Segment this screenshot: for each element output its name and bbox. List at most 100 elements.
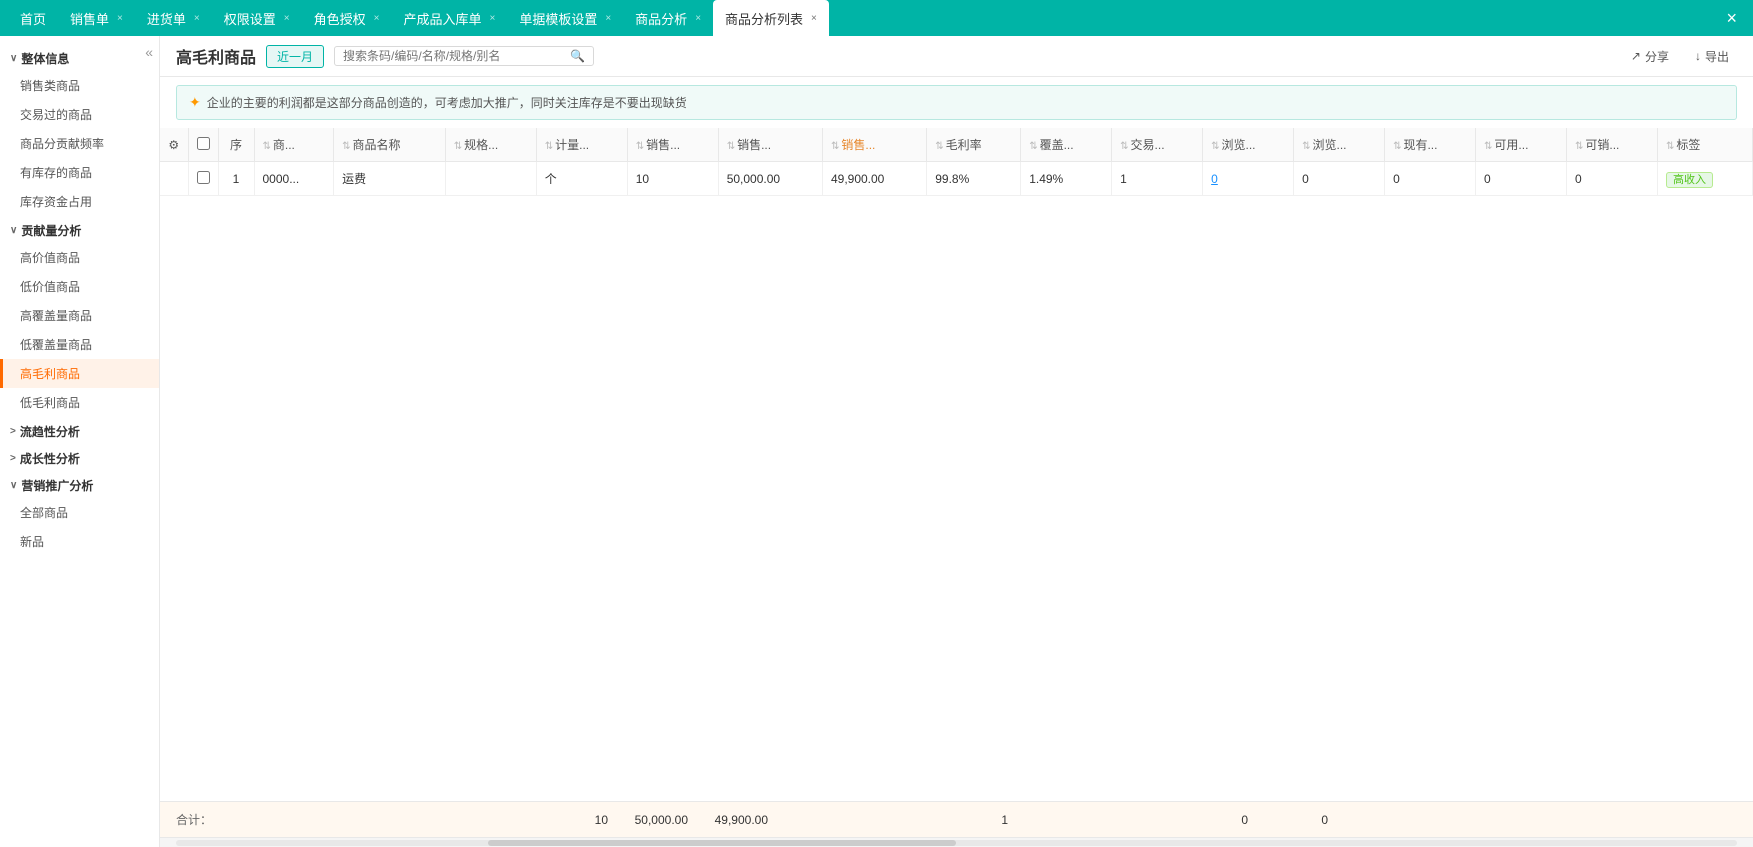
top-nav: 首页 销售单 × 进货单 × 权限设置 × 角色授权 × 产成品入库单 × 单据… <box>0 0 1753 36</box>
close-product-analysis-list-icon[interactable]: × <box>811 13 817 24</box>
page-title: 高毛利商品 <box>176 44 256 68</box>
col-check-header[interactable] <box>188 128 218 162</box>
footer-sales-qty: 10 <box>536 813 616 827</box>
sidebar-group-marketing[interactable]: ∨ 营销推广分析 <box>0 471 159 498</box>
col-spec-header[interactable]: ⇅规格... <box>445 128 536 162</box>
table-footer: 合计： 10 50,000.00 49,900.00 1 0 0 <box>160 801 1753 837</box>
row-sales-qty-cell: 10 <box>627 162 718 196</box>
col-available-stock-header[interactable]: ⇅可用... <box>1476 128 1567 162</box>
footer-sales-profit: 49,900.00 <box>696 813 776 827</box>
sidebar-item-high-margin[interactable]: 高毛利商品 <box>0 359 159 388</box>
sidebar-item-high-coverage[interactable]: 高覆盖量商品 <box>0 301 159 330</box>
share-icon: ↗ <box>1631 49 1641 63</box>
nav-purchase-order[interactable]: 进货单 × <box>135 0 212 36</box>
view1-link[interactable]: 0 <box>1211 172 1218 186</box>
chevron-down-icon-3: ∨ <box>10 480 17 491</box>
select-all-checkbox[interactable] <box>197 137 210 150</box>
sidebar-item-contribution-rate[interactable]: 商品分贡献频率 <box>0 129 159 158</box>
scrollbar-thumb[interactable] <box>488 840 956 846</box>
col-sales-qty-header[interactable]: ⇅销售... <box>627 128 718 162</box>
chevron-down-icon: ∨ <box>10 53 17 64</box>
table-row: 1 0000... 运费 个 10 50,000.00 49,900.00 99… <box>160 162 1753 196</box>
col-unit-header[interactable]: ⇅计量... <box>536 128 627 162</box>
nav-permission-setting[interactable]: 权限设置 × <box>212 0 302 36</box>
row-view2-cell: 0 <box>1294 162 1385 196</box>
sidebar-item-stock-capital[interactable]: 库存资金占用 <box>0 187 159 216</box>
col-gross-margin-header[interactable]: ⇅毛利率 <box>927 128 1021 162</box>
content-area: 高毛利商品 近一月 🔍 ↗ 分享 ↓ 导出 ✦ 企业的主要的利润都是这部分商品创… <box>160 36 1753 847</box>
col-sales-profit-header[interactable]: ⇅销售... <box>822 128 926 162</box>
search-icon[interactable]: 🔍 <box>570 49 585 63</box>
col-view2-header[interactable]: ⇅浏览... <box>1294 128 1385 162</box>
bottom-scrollbar[interactable] <box>160 837 1753 847</box>
info-banner: ✦ 企业的主要的利润都是这部分商品创造的，可考虑加大推广，同时关注库存是不要出现… <box>176 85 1737 120</box>
info-icon: ✦ <box>189 94 201 111</box>
sidebar-item-stocked-goods[interactable]: 有库存的商品 <box>0 158 159 187</box>
col-coverage-header[interactable]: ⇅覆盖... <box>1021 128 1112 162</box>
table-wrapper[interactable]: ⚙ 序 ⇅商... ⇅商品名称 ⇅规格... ⇅计量... ⇅销售... ⇅销售… <box>160 128 1753 801</box>
col-view1-header[interactable]: ⇅浏览... <box>1203 128 1294 162</box>
col-saleable-header[interactable]: ⇅可销... <box>1567 128 1658 162</box>
row-name-cell: 运费 <box>334 162 446 196</box>
close-role-auth-icon[interactable]: × <box>374 13 380 24</box>
footer-current-stock: 0 <box>1176 813 1256 827</box>
nav-product-inbound[interactable]: 产成品入库单 × <box>391 0 507 36</box>
footer-transaction: 1 <box>936 813 1016 827</box>
search-input-wrap[interactable]: 🔍 <box>334 46 594 66</box>
col-transaction-header[interactable]: ⇅交易... <box>1112 128 1203 162</box>
search-input[interactable] <box>343 49 566 63</box>
close-product-inbound-icon[interactable]: × <box>489 13 495 24</box>
close-sales-order-icon[interactable]: × <box>117 13 123 24</box>
sidebar-group-trend[interactable]: > 流趋性分析 <box>0 417 159 444</box>
sidebar-item-high-value[interactable]: 高价值商品 <box>0 243 159 272</box>
export-icon: ↓ <box>1695 49 1701 63</box>
col-sales-amount-header[interactable]: ⇅销售... <box>718 128 822 162</box>
col-current-stock-header[interactable]: ⇅现有... <box>1385 128 1476 162</box>
sidebar-group-overall[interactable]: ∨ 整体信息 <box>0 44 159 71</box>
close-bill-template-icon[interactable]: × <box>605 13 611 24</box>
sidebar-item-low-coverage[interactable]: 低覆盖量商品 <box>0 330 159 359</box>
col-seq-header: 序 <box>218 128 254 162</box>
row-sales-profit-cell: 49,900.00 <box>822 162 926 196</box>
row-check-cell[interactable] <box>188 162 218 196</box>
chevron-right-icon: > <box>10 426 16 437</box>
nav-product-analysis[interactable]: 商品分析 × <box>623 0 713 36</box>
share-button[interactable]: ↗ 分享 <box>1623 46 1677 67</box>
row-seq-cell: 1 <box>218 162 254 196</box>
sidebar: « ∨ 整体信息 销售类商品 交易过的商品 商品分贡献频率 有库存的商品 库存资… <box>0 36 160 847</box>
filter-recent-month-button[interactable]: 近一月 <box>266 45 324 68</box>
sidebar-item-low-margin[interactable]: 低毛利商品 <box>0 388 159 417</box>
nav-sales-order[interactable]: 销售单 × <box>58 0 135 36</box>
nav-bill-template[interactable]: 单据模板设置 × <box>507 0 623 36</box>
row-sales-amount-cell: 50,000.00 <box>718 162 822 196</box>
col-tag-header[interactable]: ⇅标签 <box>1657 128 1752 162</box>
nav-home[interactable]: 首页 <box>8 0 58 36</box>
col-name-header[interactable]: ⇅商品名称 <box>334 128 446 162</box>
sidebar-item-all-goods[interactable]: 全部商品 <box>0 498 159 527</box>
nav-role-auth[interactable]: 角色授权 × <box>302 0 392 36</box>
content-header: 高毛利商品 近一月 🔍 ↗ 分享 ↓ 导出 <box>160 36 1753 77</box>
sidebar-item-new-goods[interactable]: 新品 <box>0 527 159 556</box>
sidebar-collapse-button[interactable]: « <box>145 44 153 60</box>
col-code-header[interactable]: ⇅商... <box>254 128 334 162</box>
row-tag-cell: 高收入 <box>1657 162 1752 196</box>
close-product-analysis-icon[interactable]: × <box>695 13 701 24</box>
nav-product-analysis-list[interactable]: 商品分析列表 × <box>713 0 829 36</box>
sidebar-item-sales-goods[interactable]: 销售类商品 <box>0 71 159 100</box>
close-permission-setting-icon[interactable]: × <box>284 13 290 24</box>
sidebar-group-growth[interactable]: > 成长性分析 <box>0 444 159 471</box>
sidebar-item-low-value[interactable]: 低价值商品 <box>0 272 159 301</box>
col-settings-header[interactable]: ⚙ <box>160 128 188 162</box>
row-view1-cell[interactable]: 0 <box>1203 162 1294 196</box>
export-button[interactable]: ↓ 导出 <box>1687 46 1737 67</box>
close-all-button[interactable]: × <box>1718 8 1745 29</box>
sidebar-item-traded-goods[interactable]: 交易过的商品 <box>0 100 159 129</box>
row-coverage-cell: 1.49% <box>1021 162 1112 196</box>
sidebar-group-contribution[interactable]: ∨ 贡献量分析 <box>0 216 159 243</box>
close-purchase-order-icon[interactable]: × <box>194 13 200 24</box>
chevron-down-icon-2: ∨ <box>10 225 17 236</box>
row-saleable-cell: 0 <box>1567 162 1658 196</box>
row-checkbox[interactable] <box>197 171 210 184</box>
row-available-stock-cell: 0 <box>1476 162 1567 196</box>
row-code-cell: 0000... <box>254 162 334 196</box>
